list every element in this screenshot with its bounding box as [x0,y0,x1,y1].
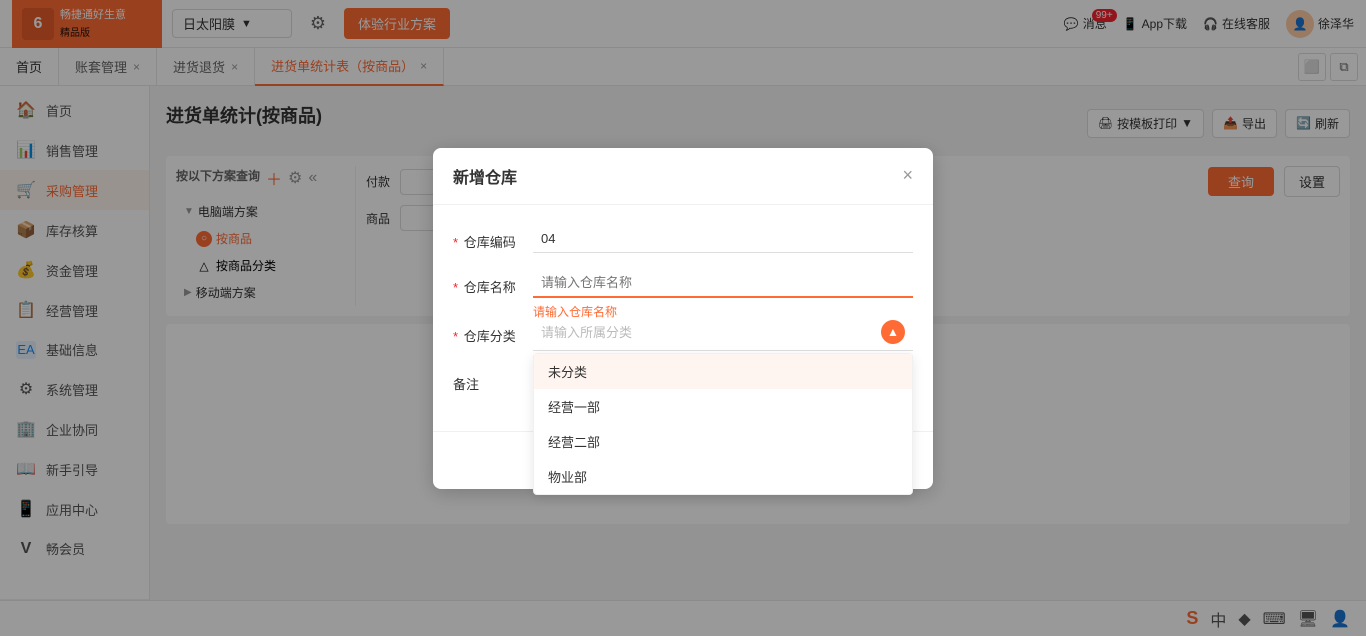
modal-header: 新增仓库 × [433,148,933,205]
dropdown-item-dept2[interactable]: 经营二部 [534,424,912,459]
form-row-category: * 仓库分类 请输入所属分类 ▲ 未分类 经营一部 经营二部 物业部 [453,314,913,351]
dropdown-item-dept1[interactable]: 经营一部 [534,389,912,424]
modal-title: 新增仓库 [453,164,517,188]
modal-overlay: 新增仓库 × * 仓库编码 * 仓库名称 [0,0,1366,636]
category-dropdown-list: 未分类 经营一部 经营二部 物业部 [533,353,913,495]
dropdown-item-uncategorized[interactable]: 未分类 [534,354,912,389]
warehouse-code-input[interactable] [533,225,913,253]
modal-body: * 仓库编码 * 仓库名称 请输入仓库名称 [433,205,933,431]
category-placeholder: 请输入所属分类 [541,322,632,341]
form-row-code: * 仓库编码 [453,225,913,253]
code-field-label: * 仓库编码 [453,225,533,251]
notes-field-label: 备注 [453,367,533,393]
form-row-name: * 仓库名称 请输入仓库名称 [453,269,913,298]
category-field-label: * 仓库分类 [453,319,533,345]
dropdown-item-property[interactable]: 物业部 [534,459,912,494]
modal-close-button[interactable]: × [902,165,913,186]
modal-new-warehouse: 新增仓库 × * 仓库编码 * 仓库名称 [433,148,933,489]
warehouse-name-input[interactable] [533,269,913,298]
name-field-label: * 仓库名称 [453,270,533,296]
select-up-arrow-icon: ▲ [881,320,905,344]
category-select-trigger[interactable]: 请输入所属分类 ▲ [533,314,913,351]
